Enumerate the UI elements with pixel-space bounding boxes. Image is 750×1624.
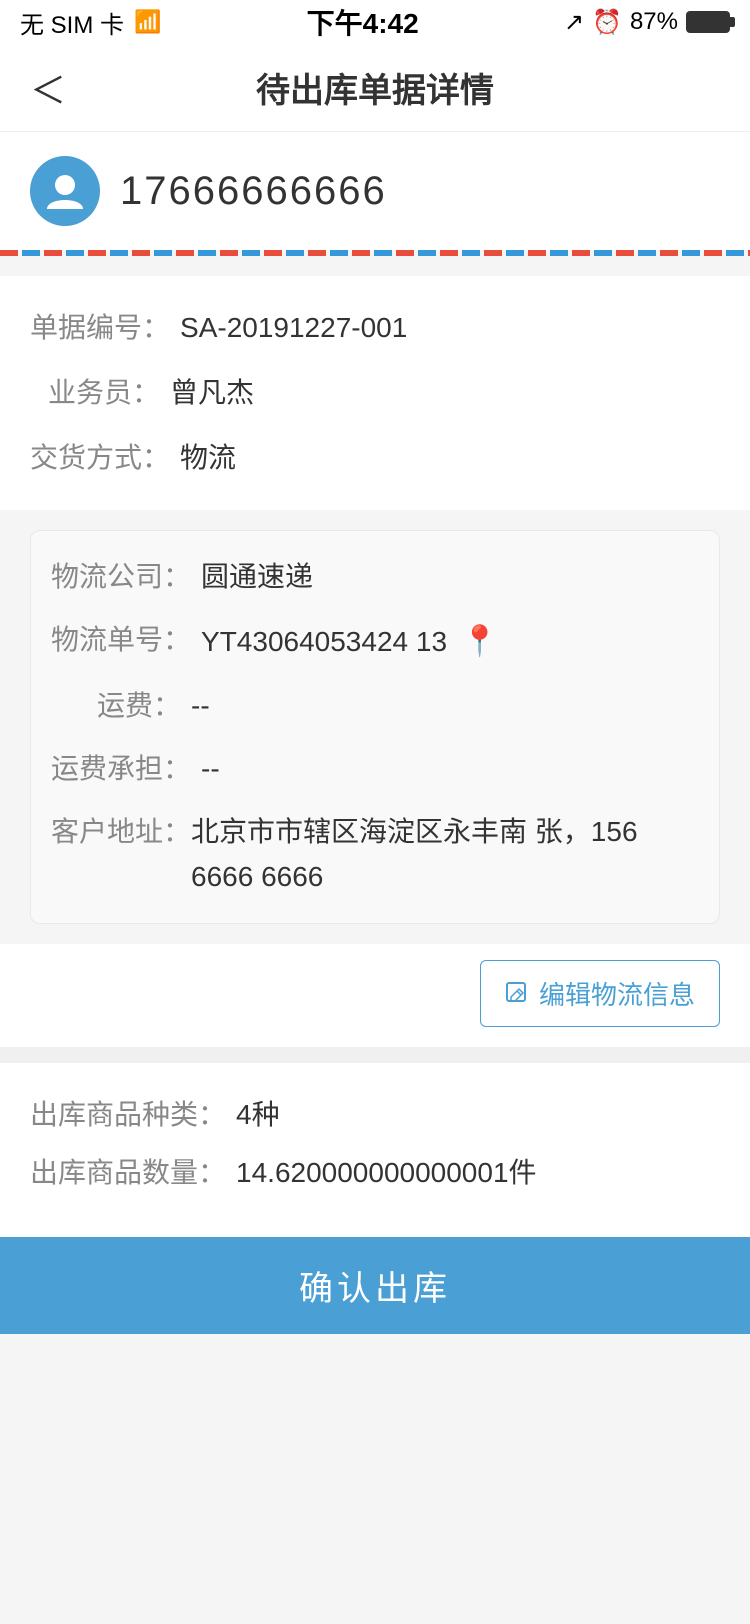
avatar-icon [43, 169, 87, 213]
logistics-freight-value: -- [191, 684, 699, 729]
goods-quantity-value: 14.620000000000001件 [236, 1151, 537, 1191]
status-bar: 无 SIM 卡 📶 下午4:42 ↗ ⏰ 87% [0, 0, 750, 44]
logistics-freight-bearer-row: 运费承担： -- [51, 747, 699, 792]
back-button[interactable]: ＜ [20, 52, 76, 124]
user-phone: 17666666666 [120, 169, 387, 214]
edit-icon [505, 981, 531, 1007]
alarm-icon: ⏰ [592, 8, 622, 37]
section-divider [0, 1047, 750, 1063]
logistics-address-value: 北京市市辖区海淀区永丰南 张，156 6666 6666 [191, 810, 699, 900]
user-avatar [30, 156, 100, 226]
delivery-label: 交货方式： [30, 436, 170, 481]
wifi-icon: 📶 [134, 9, 161, 35]
salesperson-label: 业务员： [30, 371, 160, 416]
logistics-company-label: 物流公司： [51, 555, 191, 600]
delivery-value: 物流 [180, 436, 720, 481]
logistics-freight-row: 运费： -- [51, 684, 699, 729]
goods-quantity-row: 出库商品数量： 14.620000000000001件 [30, 1151, 720, 1191]
location-icon: ↗ [564, 8, 584, 37]
delivery-row: 交货方式： 物流 [30, 436, 720, 481]
confirm-button-area[interactable]: 确认出库 [0, 1237, 750, 1334]
goods-types-label: 出库商品种类： [30, 1093, 226, 1133]
decorative-line [0, 250, 750, 256]
document-number-row: 单据编号： SA-20191227-001 [30, 306, 720, 351]
edit-btn-row: 编辑物流信息 [0, 944, 750, 1047]
logistics-address-label: 客户地址： [51, 810, 191, 855]
edit-btn-label: 编辑物流信息 [539, 975, 695, 1012]
location-pin-icon[interactable]: 📍 [461, 618, 498, 666]
logistics-card: 物流公司： 圆通速递 物流单号： YT43064053424 13 📍 运费： … [30, 530, 720, 924]
logistics-company-row: 物流公司： 圆通速递 [51, 555, 699, 600]
logistics-freight-bearer-label: 运费承担： [51, 747, 191, 792]
battery-icon [686, 11, 730, 33]
logistics-freight-label: 运费： [51, 684, 181, 729]
logistics-tracking-row: 物流单号： YT43064053424 13 📍 [51, 618, 699, 666]
battery-text: 87% [630, 8, 678, 36]
salesperson-value: 曾凡杰 [170, 371, 720, 416]
page-title: 待出库单据详情 [256, 63, 494, 112]
confirm-btn-label: 确认出库 [299, 1270, 451, 1308]
logistics-tracking-label: 物流单号： [51, 618, 191, 663]
logistics-address-row: 客户地址： 北京市市辖区海淀区永丰南 张，156 6666 6666 [51, 810, 699, 900]
nav-bar: ＜ 待出库单据详情 [0, 44, 750, 132]
tracking-number: YT43064053424 13 [201, 620, 447, 665]
salesperson-row: 业务员： 曾凡杰 [30, 371, 720, 416]
goods-section: 出库商品种类： 4种 出库商品数量： 14.620000000000001件 [0, 1063, 750, 1221]
document-info-section: 单据编号： SA-20191227-001 业务员： 曾凡杰 交货方式： 物流 [0, 276, 750, 510]
status-time: 下午4:42 [307, 2, 419, 42]
edit-logistics-button[interactable]: 编辑物流信息 [480, 960, 720, 1027]
goods-types-value: 4种 [236, 1093, 280, 1133]
empty-area [0, 1324, 750, 1524]
goods-quantity-label: 出库商品数量： [30, 1151, 226, 1191]
user-section: 17666666666 [0, 132, 750, 250]
goods-types-row: 出库商品种类： 4种 [30, 1093, 720, 1133]
document-number-value: SA-20191227-001 [180, 306, 720, 351]
status-carrier: 无 SIM 卡 📶 [20, 5, 161, 40]
document-number-label: 单据编号： [30, 306, 170, 351]
logistics-tracking-value: YT43064053424 13 📍 [201, 618, 699, 666]
carrier-text: 无 SIM 卡 [20, 5, 124, 40]
status-right: ↗ ⏰ 87% [564, 8, 730, 37]
logistics-company-value: 圆通速递 [201, 555, 699, 600]
logistics-freight-bearer-value: -- [201, 747, 699, 792]
